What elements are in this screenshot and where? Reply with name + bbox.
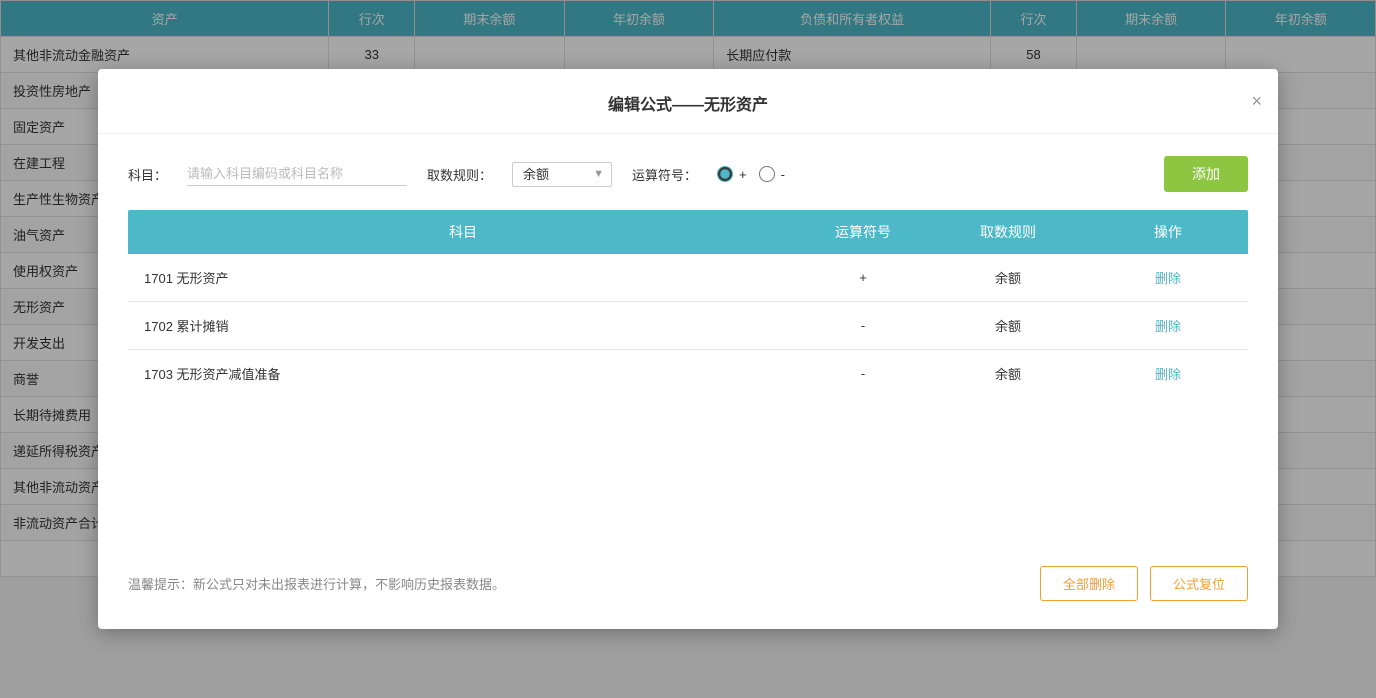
subject-input[interactable] bbox=[187, 162, 407, 186]
operator-plus-text: + bbox=[739, 167, 747, 182]
delete-row-button[interactable]: 删除 bbox=[1155, 271, 1181, 286]
operator-minus-label[interactable]: - bbox=[759, 166, 785, 182]
operator-plus-radio[interactable] bbox=[717, 166, 733, 182]
operator-group: + - bbox=[717, 166, 785, 182]
table-cell-subject: 1703 无形资产减值准备 bbox=[128, 350, 798, 398]
modal-title: 编辑公式——无形资产 bbox=[608, 97, 768, 114]
table-cell-subject: 1701 无形资产 bbox=[128, 254, 798, 302]
col-subject: 科目 bbox=[128, 210, 798, 254]
modal-overlay: 编辑公式——无形资产 × 科目： 取数规则： 余额 借方发生额 贷方发生额 期初… bbox=[0, 0, 1376, 698]
table-cell-operator: + bbox=[798, 254, 928, 302]
table-cell-action: 删除 bbox=[1088, 302, 1248, 350]
table-cell-rule: 余额 bbox=[928, 350, 1088, 398]
footer-hint: 温馨提示：新公式只对未出报表进行计算，不影响历史报表数据。 bbox=[128, 574, 505, 593]
table-cell-operator: - bbox=[798, 350, 928, 398]
form-row: 科目： 取数规则： 余额 借方发生额 贷方发生额 期初余额 ▼ 运算符号： + bbox=[98, 134, 1278, 210]
delete-row-button[interactable]: 删除 bbox=[1155, 367, 1181, 382]
add-button[interactable]: 添加 bbox=[1164, 156, 1248, 192]
table-row: 1702 累计摊销-余额 删除 bbox=[128, 302, 1248, 350]
modal-dialog: 编辑公式——无形资产 × 科目： 取数规则： 余额 借方发生额 贷方发生额 期初… bbox=[98, 69, 1278, 629]
col-action: 操作 bbox=[1088, 210, 1248, 254]
col-operator: 运算符号 bbox=[798, 210, 928, 254]
table-row: 1703 无形资产减值准备-余额 删除 bbox=[128, 350, 1248, 398]
data-table: 科目 运算符号 取数规则 操作 1701 无形资产+余额删除1702 累计摊销-… bbox=[128, 210, 1248, 397]
table-cell-action: 删除 bbox=[1088, 254, 1248, 302]
table-cell-rule: 余额 bbox=[928, 254, 1088, 302]
table-cell-operator: - bbox=[798, 302, 928, 350]
data-table-wrap: 科目 运算符号 取数规则 操作 1701 无形资产+余额删除1702 累计摊销-… bbox=[128, 210, 1248, 397]
operator-minus-radio[interactable] bbox=[759, 166, 775, 182]
table-cell-rule: 余额 bbox=[928, 302, 1088, 350]
operator-label: 运算符号： bbox=[632, 165, 697, 184]
operator-minus-text: - bbox=[781, 167, 785, 182]
rule-select-wrap: 余额 借方发生额 贷方发生额 期初余额 ▼ bbox=[512, 162, 612, 187]
delete-row-button[interactable]: 删除 bbox=[1155, 319, 1181, 334]
modal-footer: 温馨提示：新公式只对未出报表进行计算，不影响历史报表数据。 全部删除 公式复位 bbox=[98, 542, 1278, 609]
table-cell-action: 删除 bbox=[1088, 350, 1248, 398]
table-row: 1701 无形资产+余额 删除 bbox=[128, 254, 1248, 302]
footer-buttons: 全部删除 公式复位 bbox=[1040, 566, 1248, 601]
table-cell-subject: 1702 累计摊销 bbox=[128, 302, 798, 350]
rule-label: 取数规则： bbox=[427, 165, 492, 184]
modal-header: 编辑公式——无形资产 × bbox=[98, 69, 1278, 134]
col-rule: 取数规则 bbox=[928, 210, 1088, 254]
operator-plus-label[interactable]: + bbox=[717, 166, 747, 182]
rule-select[interactable]: 余额 借方发生额 贷方发生额 期初余额 bbox=[512, 162, 612, 187]
delete-all-button[interactable]: 全部删除 bbox=[1040, 566, 1138, 601]
subject-label: 科目： bbox=[128, 165, 167, 184]
reset-formula-button[interactable]: 公式复位 bbox=[1150, 566, 1248, 601]
modal-close-button[interactable]: × bbox=[1251, 92, 1262, 110]
